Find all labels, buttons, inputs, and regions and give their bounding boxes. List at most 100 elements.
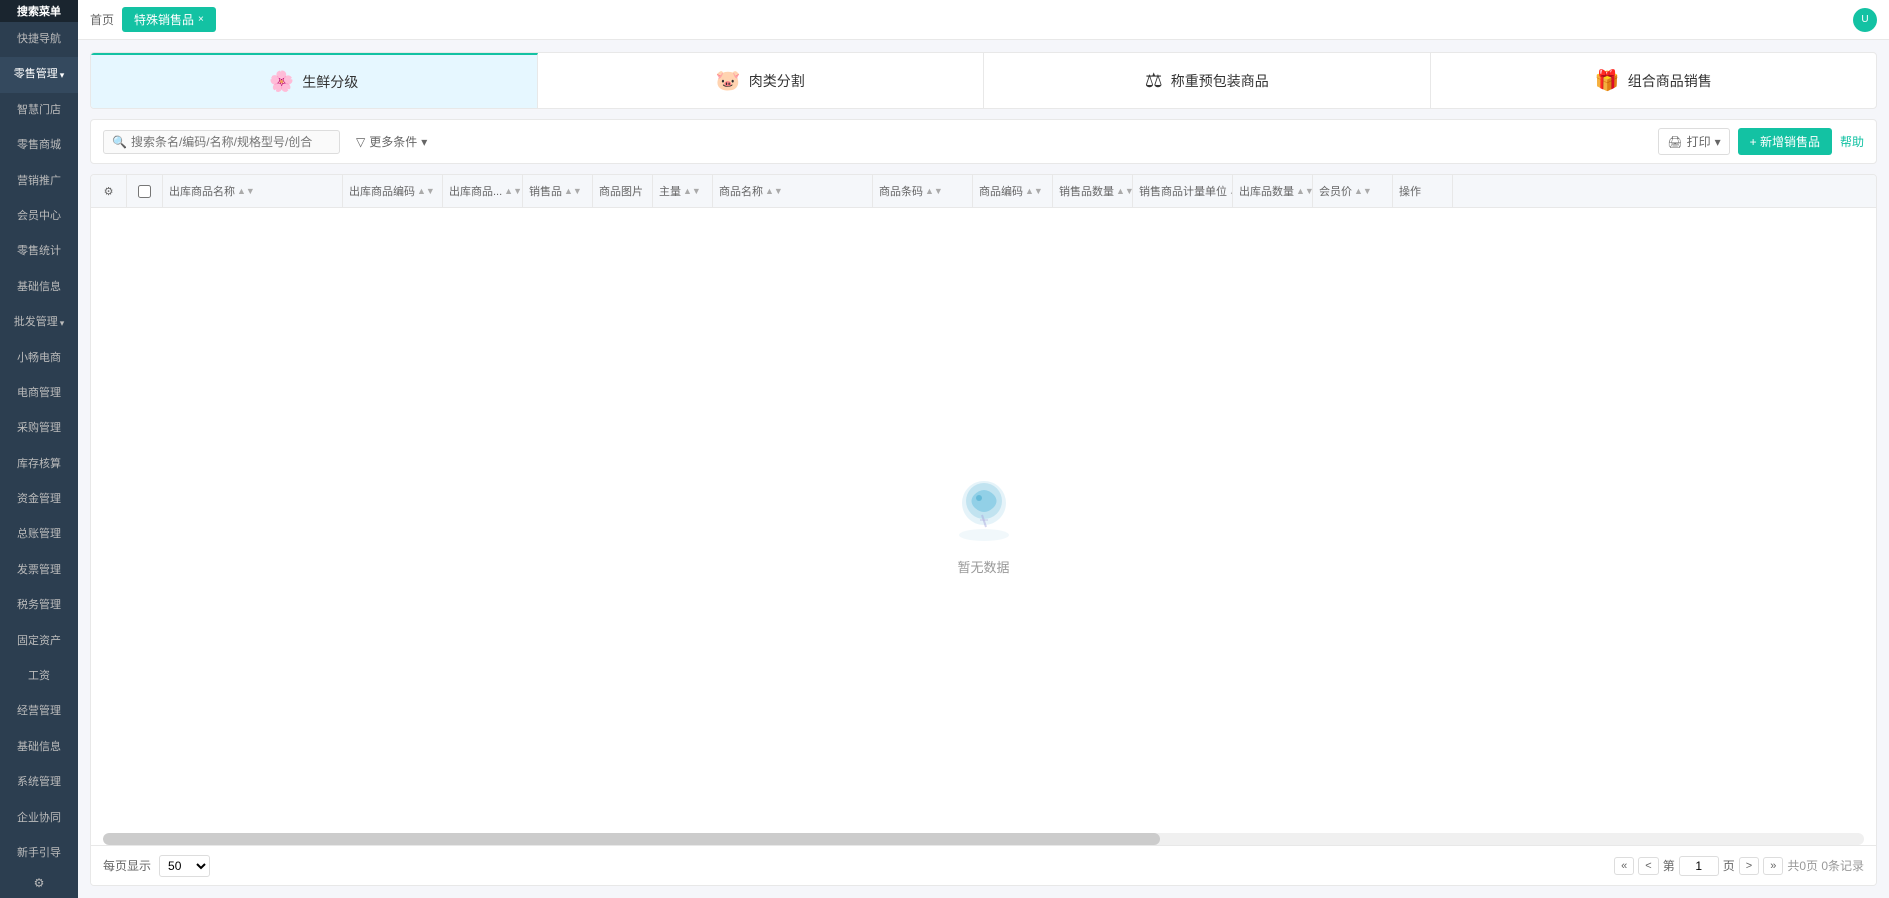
select-all-checkbox[interactable] — [138, 185, 151, 198]
feature-tabs: 🌸 生鲜分级 🐷 肉类分割 ⚖ 称重预包装商品 🎁 组合商品销售 — [90, 52, 1877, 109]
th-product-code: 商品编码 ▲▼ — [973, 175, 1053, 207]
per-page-select[interactable]: 50 20 100 — [159, 855, 210, 877]
table-body: 暂无数据 — [91, 208, 1876, 833]
sort-icon-6[interactable]: ▲▼ — [765, 186, 783, 196]
filter-button[interactable]: ▽ 更多条件 ▾ — [348, 129, 435, 154]
sort-icon-9[interactable]: ▲▼ — [1116, 186, 1133, 196]
page-last-button[interactable]: » — [1763, 857, 1783, 875]
sidebar-item-wholesale[interactable]: 批发管理 ▾ — [0, 305, 78, 340]
combo-sale-icon: 🎁 — [1595, 68, 1620, 93]
sidebar-item-marketing[interactable]: 营销推广 — [0, 164, 78, 199]
sidebar-logo[interactable]: 搜索菜单 — [0, 0, 78, 22]
sidebar-item-finance[interactable]: 资金管理 — [0, 482, 78, 517]
table-header: ⚙ 出库商品名称 ▲▼ 出库商品编码 ▲▼ 出库商品... ▲▼ 销售品 — [91, 175, 1876, 208]
add-button[interactable]: + 新增销售品 — [1738, 128, 1832, 155]
th-product-name: 商品名称 ▲▼ — [713, 175, 873, 207]
sort-icon-11[interactable]: ▲▼ — [1296, 186, 1313, 196]
print-button[interactable]: 🖨 打印 ▾ — [1658, 128, 1729, 155]
page-input[interactable] — [1679, 856, 1719, 876]
th-sales-item: 销售品 ▲▼ — [523, 175, 593, 207]
sort-icon[interactable]: ▲▼ — [237, 186, 255, 196]
topbar-right: U — [1853, 8, 1877, 32]
feature-tab-fresh-label: 生鲜分级 — [302, 72, 358, 92]
sort-icon-4[interactable]: ▲▼ — [564, 186, 582, 196]
print-label: 打印 — [1687, 133, 1711, 150]
sidebar-item-basicinfo2[interactable]: 基础信息 — [0, 730, 78, 765]
sidebar-item-system[interactable]: 系统管理 — [0, 765, 78, 800]
total-info: 共0页 0条记录 — [1787, 857, 1864, 874]
empty-icon — [944, 465, 1024, 545]
sort-icon-2[interactable]: ▲▼ — [417, 186, 435, 196]
toolbar-right: 🖨 打印 ▾ + 新增销售品 帮助 — [1658, 128, 1864, 155]
page-nav: « < 第 页 > » 共0页 0条记录 — [1614, 856, 1864, 876]
sidebar-item-retailmall[interactable]: 零售商城 — [0, 128, 78, 163]
search-icon: 🔍 — [112, 135, 127, 149]
main-content: 首页 特殊销售品 × U 🌸 生鲜分级 🐷 肉类分割 ⚖ 称重预包装商品 — [78, 0, 1889, 898]
sidebar-item-enterprise[interactable]: 企业协同 — [0, 801, 78, 836]
th-outstock-qty: 出库品数量 ▲▼ — [1233, 175, 1313, 207]
filter-icon: ▽ — [356, 135, 365, 149]
sidebar-item-retail[interactable]: 零售管理 ▾ — [0, 57, 78, 92]
feature-tab-fresh[interactable]: 🌸 生鲜分级 — [91, 53, 538, 108]
th-product-image: 商品图片 — [593, 175, 653, 207]
sidebar-item-retailstats[interactable]: 零售统计 — [0, 234, 78, 269]
th-barcode: 商品条码 ▲▼ — [873, 175, 973, 207]
user-avatar[interactable]: U — [1853, 8, 1877, 32]
content-area: 🌸 生鲜分级 🐷 肉类分割 ⚖ 称重预包装商品 🎁 组合商品销售 🔍 — [78, 40, 1889, 898]
meat-cut-icon: 🐷 — [716, 68, 741, 93]
page-label-suffix: 页 — [1723, 857, 1735, 874]
fresh-grade-icon: 🌸 — [269, 69, 294, 94]
sort-icon-12[interactable]: ▲▼ — [1354, 186, 1372, 196]
sidebar-item-ledger[interactable]: 总账管理 — [0, 517, 78, 552]
topbar-tab-special[interactable]: 特殊销售品 × — [122, 7, 216, 32]
sort-icon-8[interactable]: ▲▼ — [1025, 186, 1043, 196]
search-box[interactable]: 🔍 — [103, 130, 340, 154]
sort-icon-3[interactable]: ▲▼ — [504, 186, 522, 196]
sidebar-item-fixedassets[interactable]: 固定资产 — [0, 624, 78, 659]
feature-tab-meat[interactable]: 🐷 肉类分割 — [538, 53, 985, 108]
sidebar-item-basicinfo1[interactable]: 基础信息 — [0, 270, 78, 305]
sidebar-item-purchase[interactable]: 采购管理 — [0, 411, 78, 446]
empty-text: 暂无数据 — [957, 557, 1009, 576]
th-outstock-name: 出库商品名称 ▲▼ — [163, 175, 343, 207]
topbar: 首页 特殊销售品 × U — [78, 0, 1889, 40]
sidebar-item-smartstore[interactable]: 智慧门店 — [0, 93, 78, 128]
th-outstock-code: 出库商品编码 ▲▼ — [343, 175, 443, 207]
page-first-button[interactable]: « — [1614, 857, 1634, 875]
horizontal-scrollbar[interactable] — [103, 833, 1864, 845]
sidebar-item-ecommerce-mgmt[interactable]: 电商管理 — [0, 376, 78, 411]
sidebar: 搜索菜单 快捷导航 零售管理 ▾ 智慧门店 零售商城 营销推广 会员中心 零售统… — [0, 0, 78, 898]
scrollbar-thumb[interactable] — [103, 833, 1160, 845]
th-operations: 操作 — [1393, 175, 1453, 207]
sidebar-item-quicknav[interactable]: 快捷导航 — [0, 22, 78, 57]
topbar-tab-label: 特殊销售品 — [134, 11, 194, 28]
th-sales-qty: 销售品数量 ▲▼ — [1053, 175, 1133, 207]
tab-close-icon[interactable]: × — [198, 14, 204, 25]
page-prev-button[interactable]: < — [1638, 857, 1658, 875]
sidebar-item-inventory[interactable]: 库存核算 — [0, 447, 78, 482]
sort-icon-7[interactable]: ▲▼ — [925, 186, 943, 196]
filter-arrow-icon: ▾ — [421, 135, 427, 149]
th-member-price: 会员价 ▲▼ — [1313, 175, 1393, 207]
per-page-label: 每页显示 — [103, 857, 151, 874]
th-settings[interactable]: ⚙ — [91, 175, 127, 207]
search-input[interactable] — [131, 135, 331, 149]
sidebar-item-invoice[interactable]: 发票管理 — [0, 553, 78, 588]
sort-icon-5[interactable]: ▲▼ — [683, 186, 701, 196]
filter-label: 更多条件 — [369, 133, 417, 150]
feature-tab-weigh[interactable]: ⚖ 称重预包装商品 — [984, 53, 1431, 108]
help-button[interactable]: 帮助 — [1840, 133, 1864, 150]
sidebar-item-tax[interactable]: 税务管理 — [0, 588, 78, 623]
feature-tab-combo[interactable]: 🎁 组合商品销售 — [1431, 53, 1877, 108]
sidebar-item-salary[interactable]: 工资 — [0, 659, 78, 694]
sidebar-item-ecommerce-small[interactable]: 小畅电商 — [0, 341, 78, 376]
th-outstock-code2: 出库商品... ▲▼ — [443, 175, 523, 207]
sidebar-item-newbie[interactable]: 新手引导 — [0, 836, 78, 868]
feature-tab-combo-label: 组合商品销售 — [1628, 71, 1712, 91]
page-next-button[interactable]: > — [1739, 857, 1759, 875]
topbar-home[interactable]: 首页 — [90, 11, 114, 28]
sidebar-gear-icon[interactable]: ⚙ — [0, 868, 78, 898]
sidebar-item-bizmanage[interactable]: 经营管理 — [0, 694, 78, 729]
sidebar-item-member[interactable]: 会员中心 — [0, 199, 78, 234]
th-checkbox[interactable] — [127, 175, 163, 207]
